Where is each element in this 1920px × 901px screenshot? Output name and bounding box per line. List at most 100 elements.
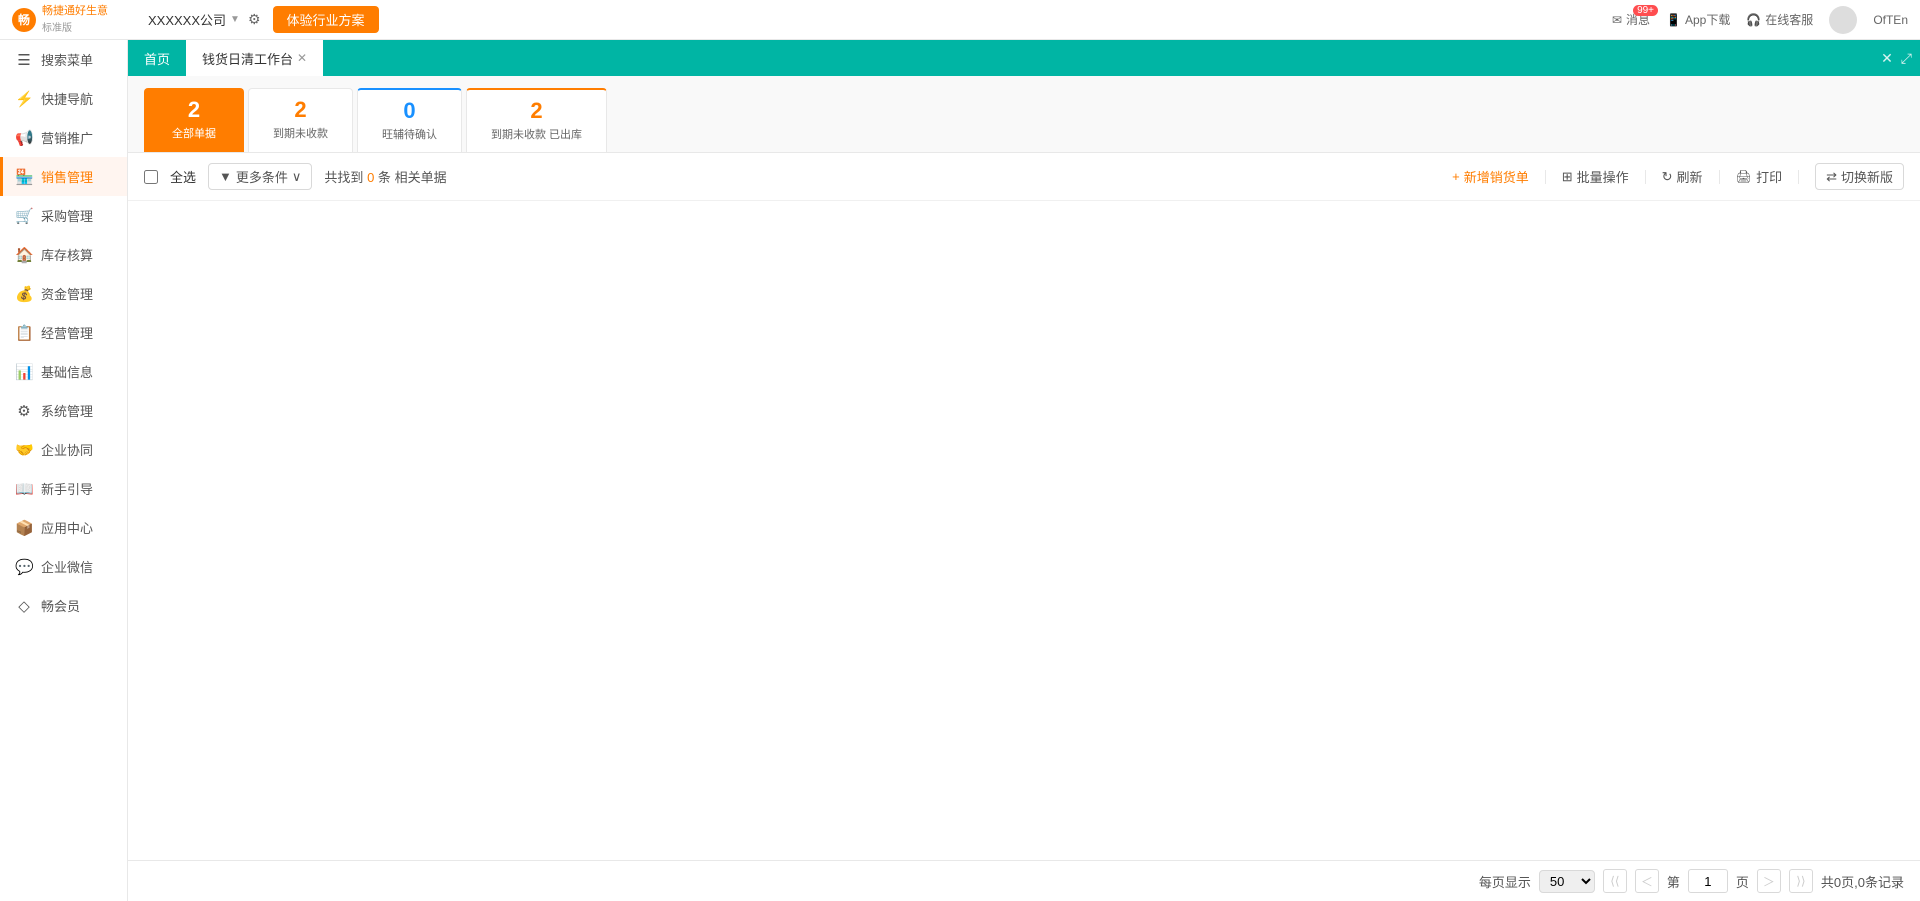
company-selector[interactable]: XXXXXX公司 ▼ bbox=[148, 10, 240, 29]
message-badge: 99+ bbox=[1633, 5, 1658, 16]
page-next-btn[interactable]: ＞ bbox=[1757, 869, 1781, 893]
sidebar: ☰ 搜索菜单 ⚡ 快捷导航 📢 营销推广 🏪 销售管理 🛒 采购管理 🏠 库存核… bbox=[0, 0, 128, 901]
tab-home-label: 首页 bbox=[144, 49, 170, 68]
sidebar-operation-label: 经营管理 bbox=[41, 323, 93, 342]
sidebar-wechat-label: 企业微信 bbox=[41, 557, 93, 576]
marketing-icon: 📢 bbox=[15, 129, 33, 147]
online-service-label: 在线客服 bbox=[1765, 11, 1813, 28]
page-input[interactable] bbox=[1688, 869, 1728, 893]
pagination-bar: 每页显示 50 100 ⟨⟨ ＜ 第 页 ＞ ⟩⟩ 共0页,0条记录 bbox=[128, 860, 1920, 901]
stat-label-pending: 旺辅待确认 bbox=[382, 126, 437, 142]
stat-count-overdue-out: 2 bbox=[530, 98, 542, 124]
sidebar-search-label: 搜索菜单 bbox=[41, 50, 93, 69]
company-name: XXXXXX公司 bbox=[148, 10, 226, 29]
sidebar-item-wechat[interactable]: 💬 企业微信 bbox=[0, 547, 127, 586]
print-btn[interactable]: 🖨 打印 bbox=[1736, 167, 1783, 186]
top-header: 畅 畅捷通好生意 标准版 XXXXXX公司 ▼ ⚙ 体验行业方案 ✉ 消息 99… bbox=[0, 0, 1920, 40]
sidebar-app-center-label: 应用中心 bbox=[41, 518, 93, 537]
stat-tabs: 2 全部单据 2 到期未收款 0 旺辅待确认 2 到期未收款 已出库 bbox=[128, 76, 1920, 153]
content-area: 2 全部单据 2 到期未收款 0 旺辅待确认 2 到期未收款 已出库 全选 ▼ … bbox=[128, 76, 1920, 901]
sidebar-item-search[interactable]: ☰ 搜索菜单 bbox=[0, 40, 127, 79]
refresh-btn[interactable]: ↻ 刷新 bbox=[1662, 167, 1703, 186]
switch-new-version-btn[interactable]: ⇄ 切换新版 bbox=[1815, 163, 1904, 190]
filter-icon: ▼ bbox=[219, 169, 232, 184]
batch-label: 批量操作 bbox=[1577, 167, 1629, 186]
trial-btn[interactable]: 体验行业方案 bbox=[273, 6, 379, 33]
page-prev-btn[interactable]: ＜ bbox=[1635, 869, 1659, 893]
stat-tab-overdue[interactable]: 2 到期未收款 bbox=[248, 88, 353, 152]
page-label2: 页 bbox=[1736, 872, 1749, 891]
tab-home[interactable]: 首页 bbox=[128, 40, 186, 76]
sidebar-marketing-label: 营销推广 bbox=[41, 128, 93, 147]
tab-close-icon[interactable]: ✕ bbox=[297, 51, 307, 65]
plus-icon: + bbox=[1452, 169, 1460, 184]
sidebar-quick-nav-label: 快捷导航 bbox=[41, 89, 93, 108]
sidebar-item-quick-nav[interactable]: ⚡ 快捷导航 bbox=[0, 79, 127, 118]
batch-op-btn[interactable]: ⊞ 批量操作 bbox=[1562, 167, 1629, 186]
stat-tab-overdue-out[interactable]: 2 到期未收款 已出库 bbox=[466, 88, 607, 152]
toolbar: 全选 ▼ 更多条件 ∨ 共找到 0 条 相关单据 + 新增销货单 ⊞ bbox=[128, 153, 1920, 201]
enterprise-icon: 🤝 bbox=[15, 441, 33, 459]
sidebar-member-label: 畅会员 bbox=[41, 596, 80, 615]
page-last-btn[interactable]: ⟩⟩ bbox=[1789, 869, 1813, 893]
sidebar-guide-label: 新手引导 bbox=[41, 479, 93, 498]
app-download-label: App下载 bbox=[1685, 11, 1730, 28]
page-first-btn[interactable]: ⟨⟨ bbox=[1603, 869, 1627, 893]
sidebar-system-label: 系统管理 bbox=[41, 401, 93, 420]
sidebar-item-guide[interactable]: 📖 新手引导 bbox=[0, 469, 127, 508]
divider-2 bbox=[1645, 170, 1646, 184]
stat-tab-all[interactable]: 2 全部单据 bbox=[144, 88, 244, 152]
select-all-checkbox[interactable] bbox=[144, 170, 158, 184]
system-icon: ⚙ bbox=[15, 402, 33, 420]
sidebar-item-operation[interactable]: 📋 经营管理 bbox=[0, 313, 127, 352]
stat-count-all: 2 bbox=[188, 97, 200, 123]
tab-cashflow-label: 钱货日清工作台 bbox=[202, 49, 293, 68]
quick-nav-icon: ⚡ bbox=[15, 90, 33, 108]
stat-label-overdue: 到期未收款 bbox=[273, 125, 328, 141]
online-service-btn[interactable]: 🎧 在线客服 bbox=[1746, 11, 1813, 28]
stat-tab-pending[interactable]: 0 旺辅待确认 bbox=[357, 88, 462, 152]
sidebar-item-enterprise[interactable]: 🤝 企业协同 bbox=[0, 430, 127, 469]
tab-close-all-icon[interactable]: ✕ bbox=[1881, 50, 1893, 67]
sidebar-inventory-label: 库存核算 bbox=[41, 245, 93, 264]
sidebar-item-app-center[interactable]: 📦 应用中心 bbox=[0, 508, 127, 547]
avatar[interactable] bbox=[1829, 6, 1857, 34]
sidebar-item-system[interactable]: ⚙ 系统管理 bbox=[0, 391, 127, 430]
batch-icon: ⊞ bbox=[1562, 169, 1573, 185]
sidebar-item-basic-info[interactable]: 📊 基础信息 bbox=[0, 352, 127, 391]
logo-name: 畅捷通好生意 bbox=[42, 5, 108, 18]
more-filter-btn[interactable]: ▼ 更多条件 ∨ bbox=[208, 163, 312, 190]
app-download-btn[interactable]: 📱 App下载 bbox=[1666, 11, 1730, 28]
tab-expand-icon[interactable]: ⤢ bbox=[1901, 50, 1912, 67]
divider-3 bbox=[1719, 170, 1720, 184]
sales-icon: 🏪 bbox=[15, 168, 33, 186]
page-total: 共0页,0条记录 bbox=[1821, 872, 1904, 891]
search-menu-icon: ☰ bbox=[15, 51, 33, 69]
wechat-icon: 💬 bbox=[15, 558, 33, 576]
sidebar-item-marketing[interactable]: 📢 营销推广 bbox=[0, 118, 127, 157]
sidebar-basic-info-label: 基础信息 bbox=[41, 362, 93, 381]
sidebar-item-sales[interactable]: 🏪 销售管理 bbox=[0, 157, 127, 196]
headset-icon: 🎧 bbox=[1746, 13, 1761, 27]
filter-chevron-icon: ∨ bbox=[292, 169, 302, 185]
sidebar-item-finance[interactable]: 💰 资金管理 bbox=[0, 274, 127, 313]
stat-label-overdue-out: 到期未收款 已出库 bbox=[491, 126, 582, 142]
add-sales-order-btn[interactable]: + 新增销货单 bbox=[1452, 167, 1529, 186]
purchase-icon: 🛒 bbox=[15, 207, 33, 225]
operation-icon: 📋 bbox=[15, 324, 33, 342]
switch-label: 切换新版 bbox=[1841, 167, 1893, 186]
sidebar-item-purchase[interactable]: 🛒 采购管理 bbox=[0, 196, 127, 235]
stat-count-pending: 0 bbox=[403, 98, 415, 124]
tab-cashflow[interactable]: 钱货日清工作台 ✕ bbox=[186, 40, 323, 76]
message-icon: ✉ bbox=[1612, 13, 1622, 27]
chevron-down-icon: ▼ bbox=[230, 14, 240, 25]
filter-label: 更多条件 bbox=[236, 167, 288, 186]
select-all-label: 全选 bbox=[170, 167, 196, 186]
app-center-icon: 📦 bbox=[15, 519, 33, 537]
toolbar-right: + 新增销货单 ⊞ 批量操作 ↻ 刷新 🖨 打印 bbox=[1452, 163, 1904, 190]
settings-icon[interactable]: ⚙ bbox=[248, 11, 261, 28]
per-page-select[interactable]: 50 100 bbox=[1539, 870, 1595, 893]
sidebar-item-inventory[interactable]: 🏠 库存核算 bbox=[0, 235, 127, 274]
message-btn[interactable]: ✉ 消息 99+ bbox=[1612, 11, 1650, 28]
sidebar-item-member[interactable]: ◇ 畅会员 bbox=[0, 586, 127, 625]
